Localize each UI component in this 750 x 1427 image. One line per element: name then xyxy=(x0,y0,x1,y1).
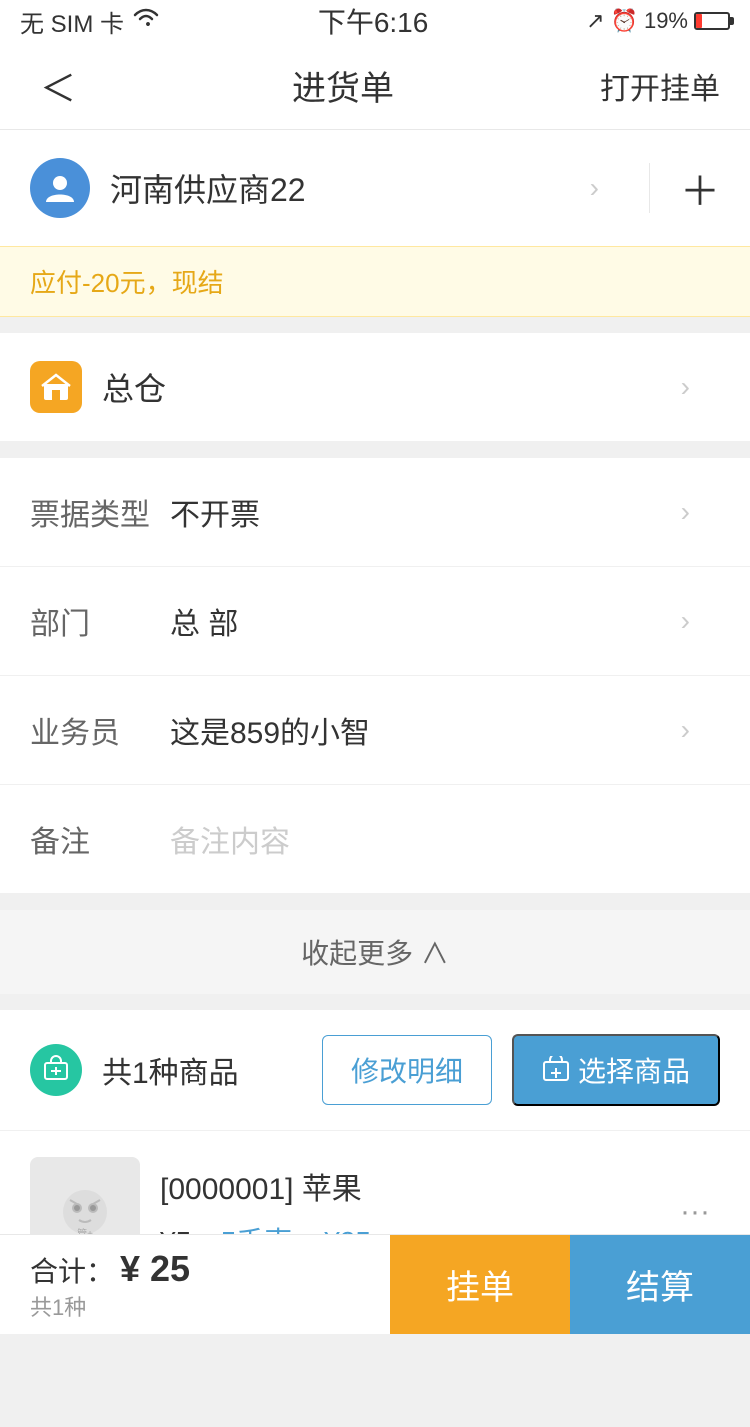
invoice-type-label: 票据类型 xyxy=(30,490,170,534)
department-label: 部门 xyxy=(30,599,170,643)
settle-button[interactable]: 结算 xyxy=(570,1235,750,1334)
total-amount: ¥ 25 xyxy=(120,1248,190,1290)
remarks-placeholder: 备注内容 xyxy=(170,817,720,861)
bottom-bar: 合计： ¥ 25 共1种 挂单 结算 xyxy=(0,1234,750,1334)
department-value: 总 部 xyxy=(170,599,681,643)
supplier-avatar xyxy=(30,158,90,218)
location-icon: ↗ xyxy=(586,8,604,34)
divider xyxy=(649,163,650,213)
salesperson-value: 这是859的小智 xyxy=(170,708,681,752)
status-time: 下午6:16 xyxy=(318,1,429,41)
remarks-label: 备注 xyxy=(30,817,170,861)
remarks-row[interactable]: 备注 备注内容 xyxy=(0,785,750,894)
product-id: [0000001] xyxy=(160,1173,293,1206)
product-count-icon xyxy=(30,1044,82,1096)
alarm-icon: ⏰ xyxy=(611,8,638,34)
salesperson-row[interactable]: 业务员 这是859的小智 › xyxy=(0,676,750,785)
notice-bar: 应付-20元，现结 xyxy=(0,246,750,317)
battery-icon xyxy=(694,12,730,30)
wifi-icon xyxy=(132,7,160,35)
page-title: 进货单 xyxy=(292,61,394,110)
supplier-section: 河南供应商22 › ＋ 应付-20元，现结 xyxy=(0,130,750,317)
open-pending-button[interactable]: 打开挂单 xyxy=(600,64,720,108)
invoice-type-value: 不开票 xyxy=(170,490,681,534)
main-content: 河南供应商22 › ＋ 应付-20元，现结 总仓 › 票据类型 不开票 xyxy=(0,130,750,1427)
product-more-button[interactable]: ··· xyxy=(670,1185,720,1239)
product-header: 共1种商品 修改明细 选择商品 xyxy=(0,1010,750,1131)
salesperson-label: 业务员 xyxy=(30,708,170,752)
warehouse-chevron-icon: › xyxy=(681,371,690,403)
total-label: 合计： xyxy=(30,1250,114,1290)
department-chevron-icon: › xyxy=(681,605,690,637)
status-bar: 无 SIM 卡 下午6:16 ↗ ⏰ 19% xyxy=(0,0,750,42)
notice-text: 应付-20元，现结 xyxy=(30,268,224,298)
supplier-name: 河南供应商22 xyxy=(110,165,590,211)
select-product-button[interactable]: 选择商品 xyxy=(512,1034,720,1106)
select-product-label: 选择商品 xyxy=(578,1050,690,1090)
form-section: 票据类型 不开票 › 部门 总 部 › 业务员 这是859的小智 › 备注 备注… xyxy=(0,458,750,894)
invoice-type-row[interactable]: 票据类型 不开票 › xyxy=(0,458,750,567)
back-button[interactable]: ＜ xyxy=(30,50,86,122)
product-count-text: 共1种商品 xyxy=(102,1048,302,1092)
collapse-text: 收起更多 ∧ xyxy=(301,938,449,969)
status-right: ↗ ⏰ 19% xyxy=(586,8,730,34)
invoice-chevron-icon: › xyxy=(681,496,690,528)
product-name: [0000001] 苹果 xyxy=(160,1164,650,1208)
product-title: 苹果 xyxy=(302,1173,362,1206)
nav-bar: ＜ 进货单 打开挂单 xyxy=(0,42,750,130)
total-count: 共1种 xyxy=(30,1290,360,1322)
status-left: 无 SIM 卡 xyxy=(20,4,160,39)
department-row[interactable]: 部门 总 部 › xyxy=(0,567,750,676)
supplier-row[interactable]: 河南供应商22 › ＋ xyxy=(0,130,750,246)
supplier-chevron-icon: › xyxy=(590,172,599,204)
pending-label: 挂单 xyxy=(446,1260,514,1309)
settle-label: 结算 xyxy=(626,1260,694,1309)
warehouse-name: 总仓 xyxy=(102,364,681,410)
carrier-text: 无 SIM 卡 xyxy=(20,4,124,39)
add-supplier-button[interactable]: ＋ xyxy=(680,159,720,217)
warehouse-row[interactable]: 总仓 › xyxy=(0,333,750,442)
battery-text: 19% xyxy=(644,8,688,34)
salesperson-chevron-icon: › xyxy=(681,714,690,746)
warehouse-icon xyxy=(30,361,82,413)
collapse-button[interactable]: 收起更多 ∧ xyxy=(0,910,750,994)
edit-detail-button[interactable]: 修改明细 xyxy=(322,1035,492,1105)
pending-button[interactable]: 挂单 xyxy=(390,1235,570,1334)
total-area: 合计： ¥ 25 共1种 xyxy=(0,1235,390,1334)
warehouse-section: 总仓 › xyxy=(0,333,750,442)
